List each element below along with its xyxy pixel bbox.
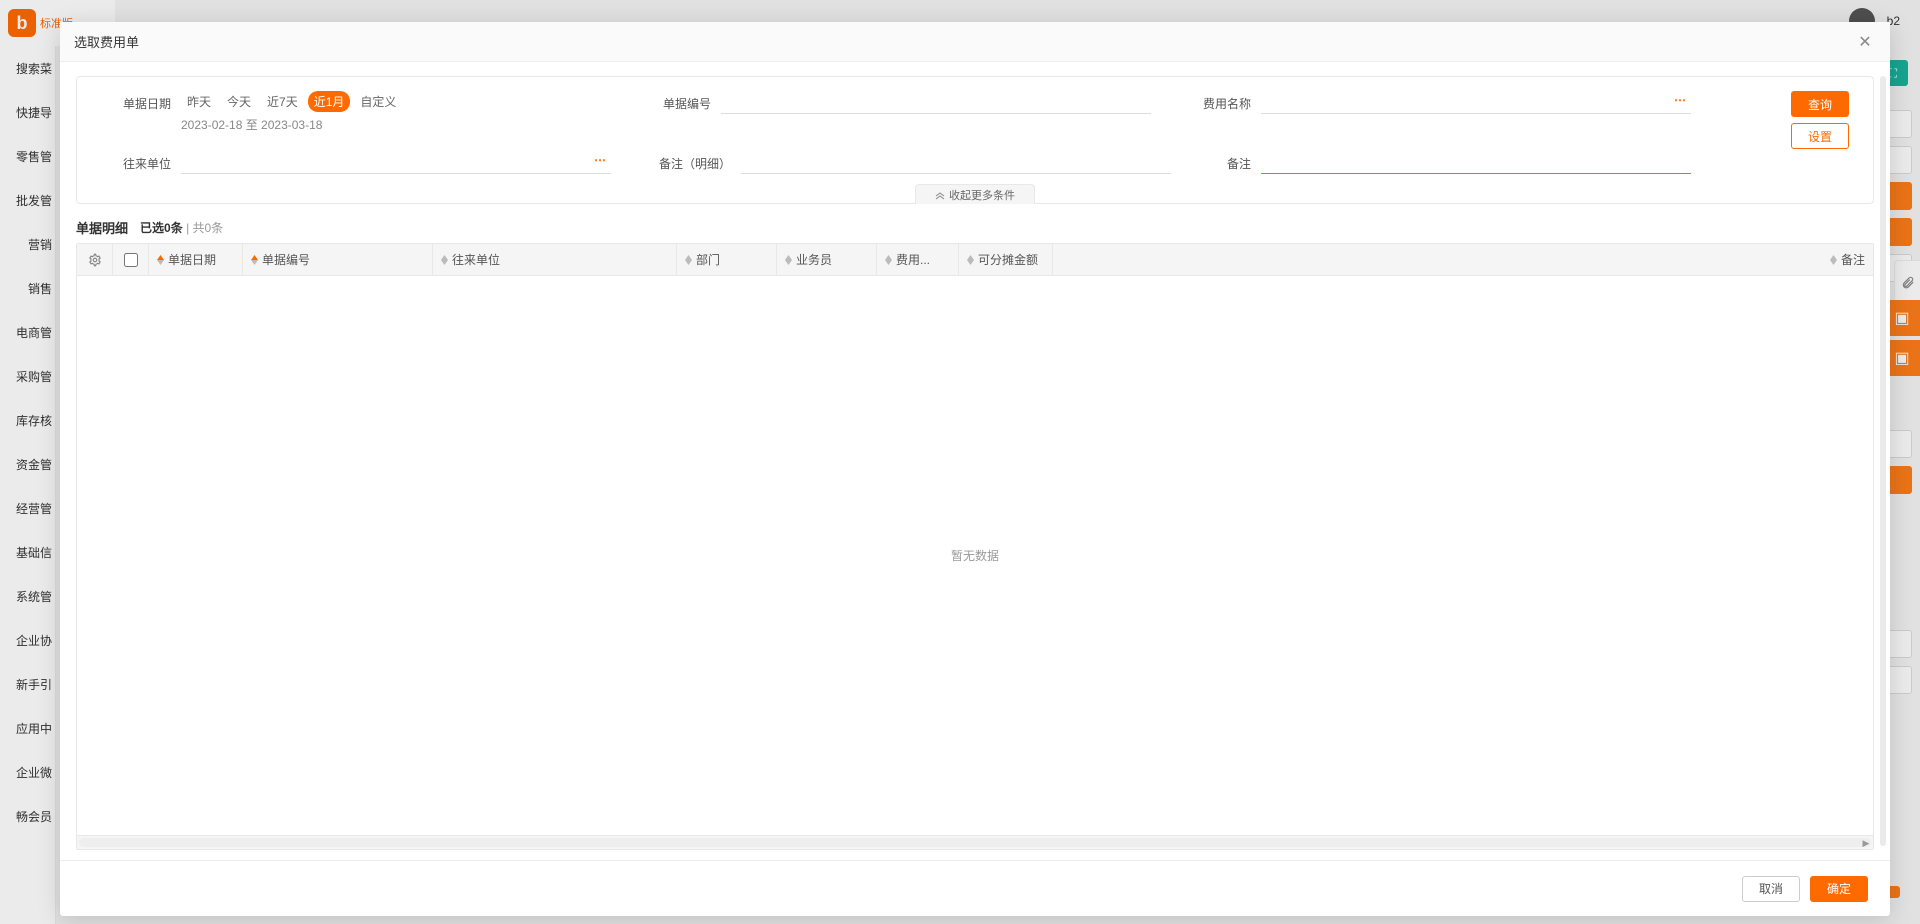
col-remark[interactable]: 备注: [1053, 244, 1873, 275]
filter-name-label: 费用名称: [1181, 91, 1251, 112]
settings-button[interactable]: 设置: [1791, 123, 1849, 149]
modal-title: 选取费用单: [74, 32, 139, 51]
col-remark-label: 备注: [1841, 251, 1865, 268]
col-fee[interactable]: 费用...: [877, 244, 959, 275]
filter-memo-label: 备注: [1181, 151, 1251, 172]
detail-count: 已选0条 | 共0条: [140, 219, 223, 236]
memo-detail-input[interactable]: [741, 151, 1171, 174]
col-date[interactable]: 单据日期: [149, 244, 243, 275]
sort-icon[interactable]: [1830, 255, 1837, 265]
col-unit-label: 往来单位: [452, 251, 500, 268]
close-icon[interactable]: ✕: [1854, 31, 1876, 53]
empty-text: 暂无数据: [951, 547, 999, 564]
date-quick-option[interactable]: 近1月: [308, 91, 351, 112]
sort-icon[interactable]: [885, 255, 892, 265]
filter-panel: 单据日期 昨天今天近7天近1月自定义 2023-02-18 至 2023-03-…: [76, 76, 1874, 204]
select-all-input[interactable]: [124, 253, 138, 267]
sort-icon[interactable]: [157, 255, 164, 265]
date-quick-option[interactable]: 自定义: [354, 91, 402, 112]
col-dept[interactable]: 部门: [677, 244, 777, 275]
filter-date-label: 单据日期: [101, 91, 171, 112]
date-quick-option[interactable]: 今天: [221, 91, 257, 112]
select-expense-modal: 选取费用单 ✕ 单据日期 昨天今天近7天近1月自定义 2023-02-18 至 …: [60, 22, 1890, 916]
modal-body: 单据日期 昨天今天近7天近1月自定义 2023-02-18 至 2023-03-…: [60, 62, 1890, 860]
chevron-up-double-icon: [935, 190, 945, 200]
filter-code-label: 单据编号: [641, 91, 711, 112]
query-button[interactable]: 查询: [1791, 91, 1849, 117]
horizontal-scrollbar[interactable]: ◀ ▶: [77, 835, 1873, 849]
col-amt-label: 可分摊金额: [978, 251, 1038, 268]
cancel-button[interactable]: 取消: [1742, 876, 1800, 902]
col-dept-label: 部门: [696, 251, 720, 268]
col-unit[interactable]: 往来单位: [433, 244, 677, 275]
filter-actions: 查询 设置: [1791, 91, 1849, 149]
modal-scrollbar[interactable]: [1880, 76, 1886, 846]
detail-bar: 单据明细 已选0条 | 共0条: [76, 218, 1874, 237]
modal-header: 选取费用单 ✕: [60, 22, 1890, 62]
more-icon[interactable]: ⋯: [590, 151, 611, 169]
scroll-right-icon[interactable]: ▶: [1861, 838, 1871, 848]
date-quick-options: 昨天今天近7天近1月自定义: [181, 91, 641, 112]
col-code-label: 单据编号: [262, 251, 310, 268]
collapse-filters-button[interactable]: 收起更多条件: [915, 184, 1035, 204]
col-biz-label: 业务员: [796, 251, 832, 268]
sort-icon[interactable]: [685, 255, 692, 265]
modal-footer: 取消 确定: [60, 860, 1890, 916]
select-all-checkbox[interactable]: [113, 244, 149, 275]
date-quick-option[interactable]: 昨天: [181, 91, 217, 112]
col-date-label: 单据日期: [168, 251, 216, 268]
unit-input[interactable]: [181, 151, 611, 174]
table-header: 单据日期 单据编号 往来单位 部门 业务员: [77, 244, 1873, 276]
table: 单据日期 单据编号 往来单位 部门 业务员: [76, 243, 1874, 850]
col-biz[interactable]: 业务员: [777, 244, 877, 275]
detail-title: 单据明细: [76, 218, 128, 237]
col-code[interactable]: 单据编号: [243, 244, 433, 275]
col-fee-label: 费用...: [896, 251, 930, 268]
filter-memo-detail-label: 备注（明细）: [641, 151, 731, 172]
col-amt[interactable]: 可分摊金额: [959, 244, 1053, 275]
table-settings-icon[interactable]: [77, 244, 113, 275]
date-range-text: 2023-02-18 至 2023-03-18: [181, 116, 641, 133]
sort-icon[interactable]: [251, 255, 258, 265]
scroll-track[interactable]: [79, 838, 1871, 847]
memo-input[interactable]: [1261, 151, 1691, 174]
more-icon[interactable]: ⋯: [1670, 91, 1691, 109]
fee-name-input[interactable]: [1261, 91, 1691, 114]
sort-icon[interactable]: [967, 255, 974, 265]
sort-icon[interactable]: [785, 255, 792, 265]
code-input[interactable]: [721, 91, 1151, 114]
collapse-label: 收起更多条件: [949, 187, 1015, 203]
table-body: 暂无数据: [77, 276, 1873, 835]
date-quick-option[interactable]: 近7天: [261, 91, 304, 112]
sort-icon[interactable]: [441, 255, 448, 265]
ok-button[interactable]: 确定: [1810, 876, 1868, 902]
filter-unit-label: 往来单位: [101, 151, 171, 172]
